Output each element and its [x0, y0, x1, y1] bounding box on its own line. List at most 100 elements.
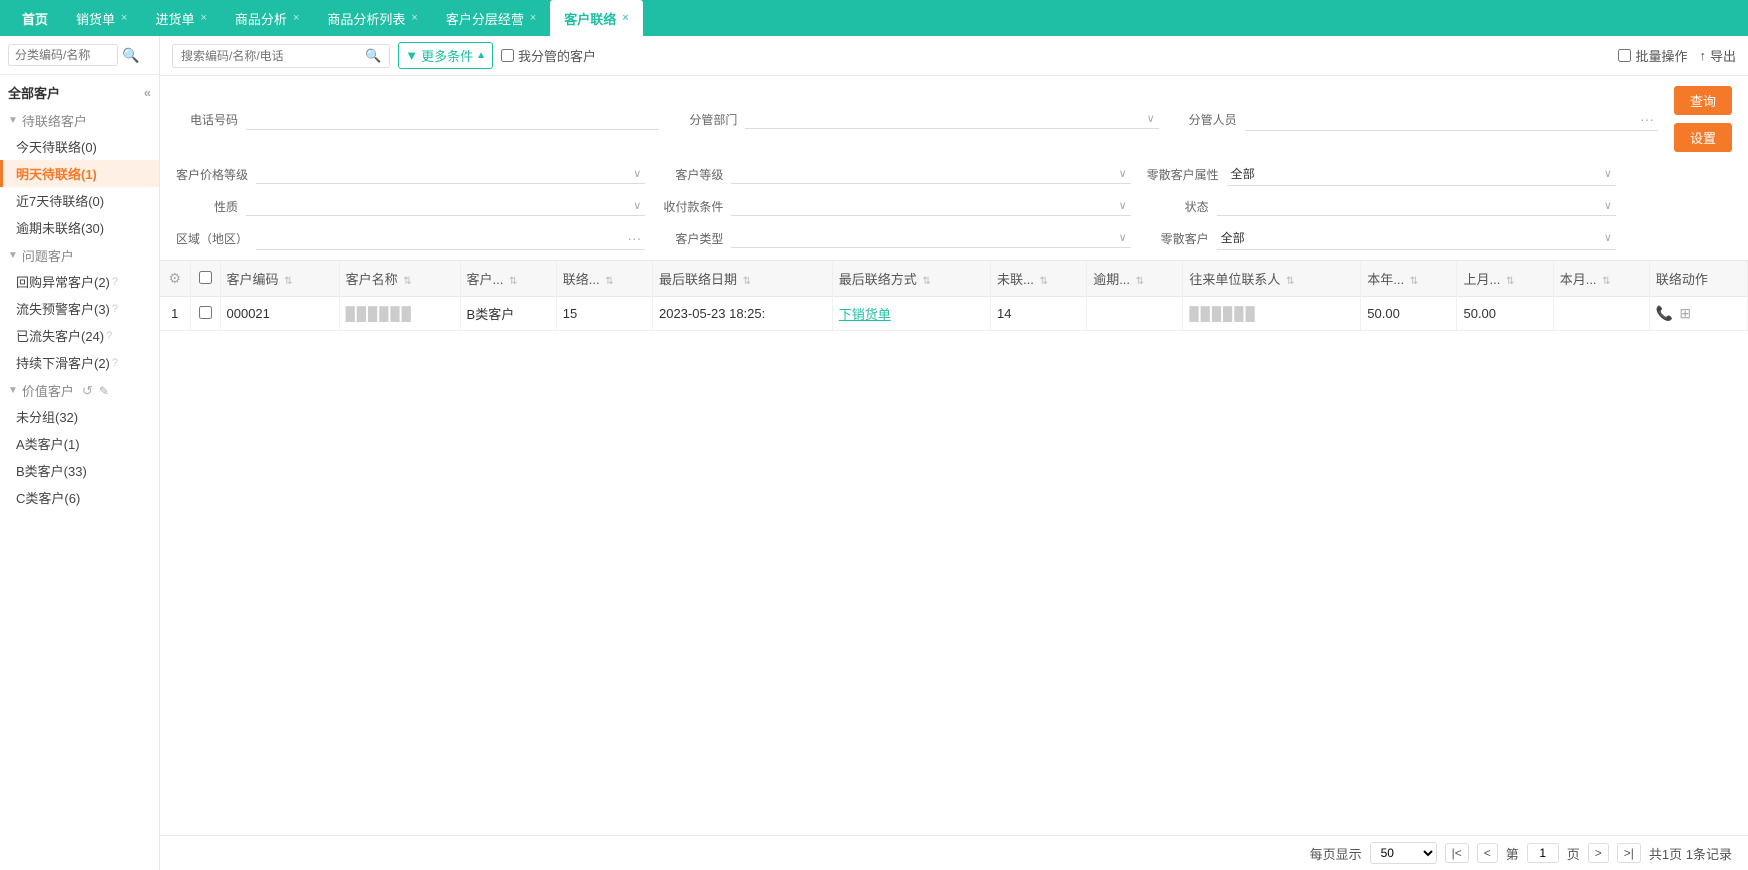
- th-overdue: 逾期... ⇅: [1087, 261, 1183, 297]
- nav-close-icon[interactable]: ×: [530, 12, 536, 24]
- sort-icon[interactable]: ⇅: [1602, 276, 1610, 287]
- data-table: ⚙ 客户编码 ⇅ 客户名称 ⇅: [160, 261, 1748, 331]
- filter-status-label: 状态: [1147, 198, 1217, 215]
- sidebar-item-tomorrow-contact[interactable]: 明天待联络(1): [0, 160, 159, 187]
- filter-manager-dots[interactable]: ···: [1245, 108, 1658, 131]
- nav-close-icon[interactable]: ×: [293, 12, 299, 24]
- cell-index: 1: [160, 297, 190, 331]
- prev-page-btn[interactable]: <: [1477, 843, 1498, 863]
- filter-nature-label: 性质: [176, 198, 246, 215]
- nav-customer-contact[interactable]: 客户联络 ×: [550, 0, 642, 36]
- sort-icon[interactable]: ⇅: [1506, 276, 1514, 287]
- sidebar-item-overdue-contact[interactable]: 逾期未联络(30): [0, 214, 159, 241]
- batch-op-btn[interactable]: 批量操作: [1618, 46, 1687, 65]
- content-area: 🔍 ▼ 更多条件 ▲ 我分管的客户 批量操作 ↑ 导出: [160, 36, 1748, 870]
- nav-customer-segmentation[interactable]: 客户分层经营 ×: [432, 0, 550, 36]
- filter-scattered-attr-select[interactable]: 全部 ∨: [1227, 162, 1616, 186]
- my-customers-checkbox[interactable]: 我分管的客户: [501, 46, 596, 65]
- filter-scattered-customer-select[interactable]: 全部 ∨: [1217, 226, 1616, 250]
- sidebar-item-c-class[interactable]: C类客户(6): [0, 484, 159, 511]
- filter-dept-select[interactable]: ∨: [745, 109, 1158, 129]
- filter-region-dots[interactable]: ···: [256, 227, 645, 250]
- filter-nature-select[interactable]: ∨: [246, 196, 645, 216]
- dots-icon[interactable]: ···: [1640, 111, 1654, 127]
- sort-icon[interactable]: ⇅: [743, 276, 751, 287]
- nav-home[interactable]: 首页: [8, 0, 62, 36]
- sidebar-item-repurchase-abnormal[interactable]: 回购异常客户(2) ?: [0, 268, 159, 295]
- row-action-grid-icon[interactable]: ⊞: [1679, 305, 1691, 322]
- sort-icon[interactable]: ⇅: [1136, 276, 1144, 287]
- help-icon[interactable]: ?: [112, 276, 118, 288]
- sort-icon[interactable]: ⇅: [284, 276, 292, 287]
- row-action-phone-icon[interactable]: 📞: [1656, 305, 1673, 322]
- table-footer: 每页显示 50 100 200 |< < 第 页 > >| 共1页 1条记录: [160, 835, 1748, 870]
- nav-close-icon[interactable]: ×: [411, 12, 417, 24]
- sidebar-item-declining[interactable]: 持续下滑客户(2) ?: [0, 349, 159, 376]
- th-this-month: 本月... ⇅: [1553, 261, 1649, 297]
- export-icon: ↑: [1699, 48, 1706, 63]
- sort-icon[interactable]: ⇅: [1286, 276, 1294, 287]
- gear-icon[interactable]: ⚙: [168, 270, 181, 286]
- page-size-select[interactable]: 50 100 200: [1370, 842, 1437, 864]
- last-page-btn[interactable]: >|: [1617, 843, 1641, 863]
- sort-icon[interactable]: ⇅: [403, 276, 411, 287]
- sort-icon[interactable]: ⇅: [922, 276, 930, 287]
- nav-purchase-order[interactable]: 进货单 ×: [141, 0, 220, 36]
- dots-icon[interactable]: ···: [627, 230, 641, 246]
- row-checkbox[interactable]: [199, 306, 212, 319]
- first-page-btn[interactable]: |<: [1445, 843, 1469, 863]
- th-actions: 联络动作: [1649, 261, 1747, 297]
- sidebar-item-b-class[interactable]: B类客户(33): [0, 457, 159, 484]
- main-layout: 🔍 全部客户 « ▼ 待联络客户 今天待联络(0) 明天待联络(1) 近7天待联…: [0, 36, 1748, 870]
- my-customers-checkbox-input[interactable]: [501, 49, 514, 62]
- sort-icon[interactable]: ⇅: [1039, 276, 1047, 287]
- sidebar-item-a-class[interactable]: A类客户(1): [0, 430, 159, 457]
- filter-phone-input[interactable]: [246, 109, 659, 130]
- help-icon[interactable]: ?: [112, 303, 118, 315]
- sidebar-item-ungrouped[interactable]: 未分组(32): [0, 403, 159, 430]
- th-checkbox: [190, 261, 220, 297]
- sort-icon[interactable]: ⇅: [605, 276, 613, 287]
- sort-icon[interactable]: ⇅: [1410, 276, 1418, 287]
- value-group-refresh-icon[interactable]: ↺: [82, 383, 93, 399]
- page-input[interactable]: [1527, 843, 1559, 863]
- set-btn[interactable]: 设置: [1674, 123, 1732, 152]
- table-row: 1 000021 ██████ B类客户 15 2023-05-23 18:25…: [160, 297, 1748, 331]
- query-btn[interactable]: 查询: [1674, 86, 1732, 115]
- filter-price-level-select[interactable]: ∨: [256, 164, 645, 184]
- sidebar-item-churn-warning[interactable]: 流失预警客户(3) ?: [0, 295, 159, 322]
- next-page-btn[interactable]: >: [1588, 843, 1609, 863]
- th-code: 客户编码 ⇅: [220, 261, 339, 297]
- filter-customer-level-select[interactable]: ∨: [731, 164, 1130, 184]
- nav-sales-order[interactable]: 销货单 ×: [62, 0, 141, 36]
- th-name: 客户名称 ⇅: [339, 261, 460, 297]
- cell-checkbox[interactable]: [190, 297, 220, 331]
- nav-product-analysis[interactable]: 商品分析 ×: [221, 0, 313, 36]
- filter-customer-type: 客户类型 ∨: [661, 228, 1130, 248]
- help-icon[interactable]: ?: [112, 357, 118, 369]
- sidebar-search-icon[interactable]: 🔍: [122, 47, 139, 64]
- sidebar-item-week-contact[interactable]: 近7天待联络(0): [0, 187, 159, 214]
- filter-payment-select[interactable]: ∨: [731, 196, 1130, 216]
- nav-close-active-icon[interactable]: ×: [622, 12, 628, 24]
- value-group-edit-icon[interactable]: ✎: [99, 384, 109, 398]
- chevron-down-icon: ∨: [633, 199, 641, 212]
- nav-close-icon[interactable]: ×: [121, 12, 127, 24]
- filter-customer-type-select[interactable]: ∨: [731, 228, 1130, 248]
- sidebar-item-churned[interactable]: 已流失客户(24) ?: [0, 322, 159, 349]
- export-btn[interactable]: ↑ 导出: [1699, 46, 1736, 65]
- sidebar-search-input[interactable]: [8, 44, 118, 66]
- toolbar-search-input[interactable]: [181, 49, 361, 63]
- select-all-checkbox[interactable]: [199, 271, 212, 284]
- cell-last-method[interactable]: 下销货单: [832, 297, 990, 331]
- nav-product-analysis-list[interactable]: 商品分析列表 ×: [313, 0, 431, 36]
- more-filters-btn[interactable]: ▼ 更多条件 ▲: [398, 42, 493, 69]
- nav-close-icon[interactable]: ×: [200, 12, 206, 24]
- collapse-icon[interactable]: «: [144, 85, 151, 100]
- batch-checkbox[interactable]: [1618, 49, 1631, 62]
- sidebar-item-today-contact[interactable]: 今天待联络(0): [0, 133, 159, 160]
- help-icon[interactable]: ?: [106, 330, 112, 342]
- toolbar-search-icon[interactable]: 🔍: [365, 48, 381, 64]
- sort-icon[interactable]: ⇅: [509, 276, 517, 287]
- filter-status-select[interactable]: ∨: [1217, 196, 1616, 216]
